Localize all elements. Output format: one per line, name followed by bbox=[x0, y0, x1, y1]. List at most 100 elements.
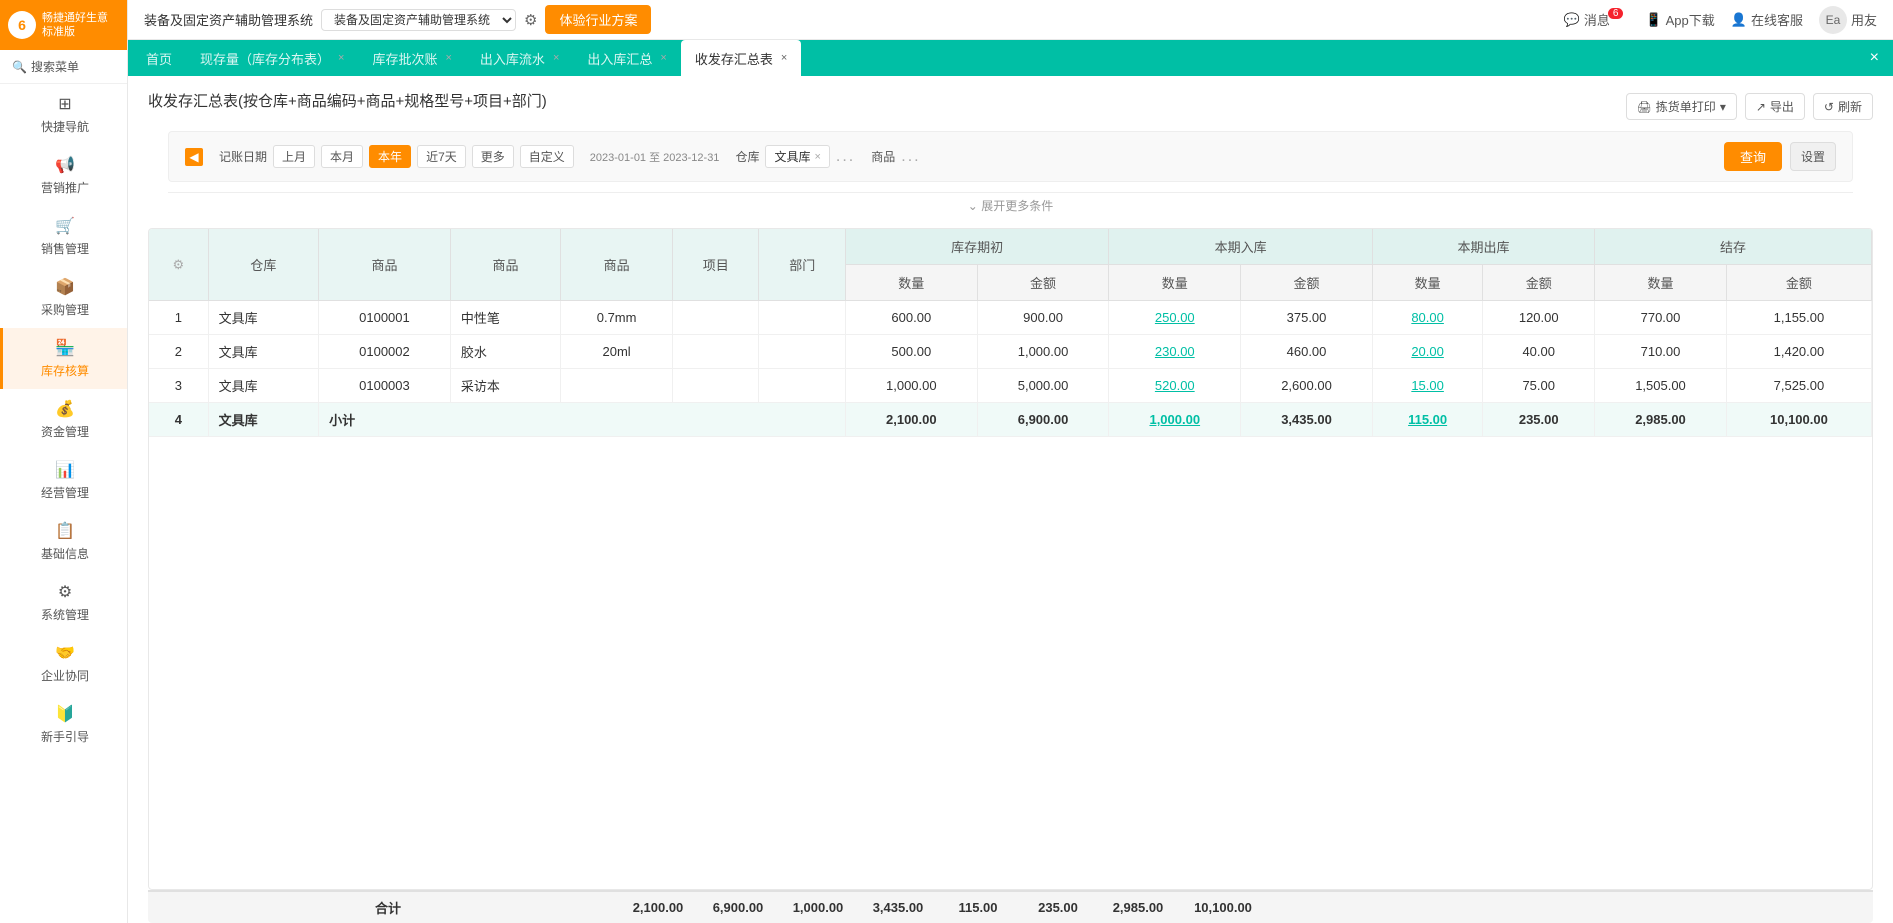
date-filter-group: 记账日期 上月 本月 本年 近7天 更多 自定义 bbox=[219, 145, 574, 168]
operations-icon: 📊 bbox=[55, 460, 75, 480]
sidebar-item-quick-nav[interactable]: ⊞ 快捷导航 bbox=[0, 84, 127, 145]
row-dept bbox=[759, 369, 845, 403]
query-btn[interactable]: 查询 bbox=[1724, 142, 1782, 171]
col-warehouse: 仓库 bbox=[208, 229, 318, 301]
subtotal-out-amt: 235.00 bbox=[1483, 403, 1595, 437]
tab-stock-dist[interactable]: 现存量（库存分布表） × bbox=[186, 40, 358, 76]
goods-dots[interactable]: ... bbox=[901, 148, 920, 166]
gear-icon[interactable]: ⚙ bbox=[524, 11, 537, 29]
tab-close-in-out-summary[interactable]: × bbox=[660, 52, 666, 64]
expand-more-btn[interactable]: ⌄ 展开更多条件 bbox=[168, 192, 1853, 218]
tab-close-batch-ledger[interactable]: × bbox=[445, 52, 451, 64]
topbar: 装备及固定资产辅助管理系统 装备及固定资产辅助管理系统 ⚙ 体验行业方案 💬 消… bbox=[128, 0, 1893, 40]
app-download-btn[interactable]: 📱 App下载 bbox=[1645, 10, 1714, 29]
col-project: 项目 bbox=[672, 229, 758, 301]
toolbar-right: 🖨 拣货单打印 ▾ ↗ 导出 ↺ 刷新 bbox=[1626, 93, 1873, 120]
sidebar-item-marketing[interactable]: 📢 营销推广 bbox=[0, 145, 127, 206]
col-bal-amt: 金额 bbox=[1726, 265, 1871, 301]
tab-in-out-summary[interactable]: 出入库汇总 × bbox=[573, 40, 680, 76]
print-btn[interactable]: 🖨 拣货单打印 ▾ bbox=[1626, 93, 1737, 120]
subtotal-in-qty[interactable]: 1,000.00 bbox=[1109, 403, 1241, 437]
date-btn-this-month[interactable]: 本月 bbox=[321, 145, 363, 168]
row-in-qty[interactable]: 250.00 bbox=[1109, 301, 1241, 335]
sidebar-item-basic[interactable]: 📋 基础信息 bbox=[0, 511, 127, 572]
row-bal-amt: 1,155.00 bbox=[1726, 301, 1871, 335]
tabbar-close-btn[interactable]: × bbox=[1860, 49, 1889, 67]
sidebar-item-purchase[interactable]: 📦 采购管理 bbox=[0, 267, 127, 328]
message-btn[interactable]: 💬 消息 6 bbox=[1564, 10, 1630, 29]
date-btn-last-month[interactable]: 上月 bbox=[273, 145, 315, 168]
row-out-qty[interactable]: 15.00 bbox=[1372, 369, 1482, 403]
footer-init-qty: 2,100.00 bbox=[618, 900, 698, 915]
sidebar-search[interactable]: 🔍 搜索菜单 bbox=[0, 50, 127, 84]
footer-in-qty: 1,000.00 bbox=[778, 900, 858, 915]
footer-label: 合计 bbox=[158, 898, 618, 917]
subtotal-warehouse: 文具库 bbox=[208, 403, 318, 437]
row-init-amt: 900.00 bbox=[977, 301, 1109, 335]
refresh-btn[interactable]: ↺ 刷新 bbox=[1813, 93, 1873, 120]
row-code: 0100002 bbox=[319, 335, 451, 369]
tab-close-in-out-flow[interactable]: × bbox=[553, 52, 559, 64]
service-icon: 👤 bbox=[1731, 12, 1747, 28]
warehouse-dots[interactable]: ... bbox=[836, 148, 855, 166]
row-out-qty[interactable]: 20.00 bbox=[1372, 335, 1482, 369]
tab-recv-send-summary[interactable]: 收发存汇总表 × bbox=[681, 40, 801, 76]
sidebar-item-sales[interactable]: 🛒 销售管理 bbox=[0, 206, 127, 267]
purchase-icon: 📦 bbox=[55, 277, 75, 297]
sidebar-item-inventory[interactable]: 🏪 库存核算 bbox=[0, 328, 127, 389]
col-code: 商品 bbox=[319, 229, 451, 301]
date-btn-custom[interactable]: 自定义 bbox=[520, 145, 574, 168]
row-bal-amt: 1,420.00 bbox=[1726, 335, 1871, 369]
subtotal-bal-amt: 10,100.00 bbox=[1726, 403, 1871, 437]
tab-in-out-flow[interactable]: 出入库流水 × bbox=[466, 40, 573, 76]
row-init-amt: 1,000.00 bbox=[977, 335, 1109, 369]
tab-home[interactable]: 首页 bbox=[132, 40, 186, 76]
user-menu[interactable]: Ea 用友 bbox=[1819, 6, 1877, 34]
export-icon: ↗ bbox=[1756, 100, 1766, 114]
row-spec: 0.7mm bbox=[561, 301, 673, 335]
date-btn-this-year[interactable]: 本年 bbox=[369, 145, 411, 168]
row-name: 中性笔 bbox=[450, 301, 560, 335]
sidebar-item-operations[interactable]: 📊 经营管理 bbox=[0, 450, 127, 511]
system-title: 装备及固定资产辅助管理系统 bbox=[144, 10, 313, 29]
col-out-amt: 金额 bbox=[1483, 265, 1595, 301]
settings-btn[interactable]: 设置 bbox=[1790, 142, 1836, 171]
tab-close-stock-dist[interactable]: × bbox=[338, 52, 344, 64]
table-row: 3 文具库 0100003 采访本 1,000.00 5,000.00 520.… bbox=[149, 369, 1872, 403]
row-index: 1 bbox=[149, 301, 208, 335]
row-out-amt: 120.00 bbox=[1483, 301, 1595, 335]
row-in-amt: 2,600.00 bbox=[1241, 369, 1373, 403]
filter-collapse-btn[interactable]: ◀ bbox=[185, 148, 203, 166]
online-service-btn[interactable]: 👤 在线客服 bbox=[1731, 10, 1803, 29]
date-btn-7days[interactable]: 近7天 bbox=[417, 145, 466, 168]
export-btn[interactable]: ↗ 导出 bbox=[1745, 93, 1805, 120]
sidebar-item-system[interactable]: ⚙ 系统管理 bbox=[0, 572, 127, 633]
row-in-amt: 375.00 bbox=[1241, 301, 1373, 335]
search-icon: 🔍 bbox=[12, 60, 27, 74]
warehouse-tag-close[interactable]: × bbox=[814, 151, 820, 163]
chevron-down-icon: ▾ bbox=[1720, 100, 1726, 114]
experience-btn[interactable]: 体验行业方案 bbox=[545, 5, 651, 34]
quick-nav-icon: ⊞ bbox=[58, 94, 71, 114]
date-btn-more[interactable]: 更多 bbox=[472, 145, 514, 168]
footer-out-qty: 115.00 bbox=[938, 900, 1018, 915]
tab-batch-ledger[interactable]: 库存批次账 × bbox=[358, 40, 465, 76]
warehouse-tag[interactable]: 文具库 × bbox=[765, 145, 829, 168]
table-row: 1 文具库 0100001 中性笔 0.7mm 600.00 900.00 25… bbox=[149, 301, 1872, 335]
tab-close-recv-send-summary[interactable]: × bbox=[781, 52, 787, 64]
sidebar-item-collab[interactable]: 🤝 企业协同 bbox=[0, 633, 127, 694]
sidebar-item-guide[interactable]: 🔰 新手引导 bbox=[0, 694, 127, 755]
marketing-icon: 📢 bbox=[55, 155, 75, 175]
sidebar-item-finance[interactable]: 💰 资金管理 bbox=[0, 389, 127, 450]
system-select[interactable]: 装备及固定资产辅助管理系统 bbox=[321, 9, 516, 31]
row-index: 3 bbox=[149, 369, 208, 403]
topbar-right: 💬 消息 6 📱 App下载 👤 在线客服 Ea 用友 bbox=[1564, 6, 1877, 34]
row-code: 0100003 bbox=[319, 369, 451, 403]
row-out-qty[interactable]: 80.00 bbox=[1372, 301, 1482, 335]
message-icon: 💬 bbox=[1564, 12, 1580, 28]
refresh-icon: ↺ bbox=[1824, 100, 1834, 114]
row-in-qty[interactable]: 230.00 bbox=[1109, 335, 1241, 369]
row-in-qty[interactable]: 520.00 bbox=[1109, 369, 1241, 403]
col-settings[interactable]: ⚙ bbox=[149, 229, 208, 301]
subtotal-out-qty[interactable]: 115.00 bbox=[1372, 403, 1482, 437]
